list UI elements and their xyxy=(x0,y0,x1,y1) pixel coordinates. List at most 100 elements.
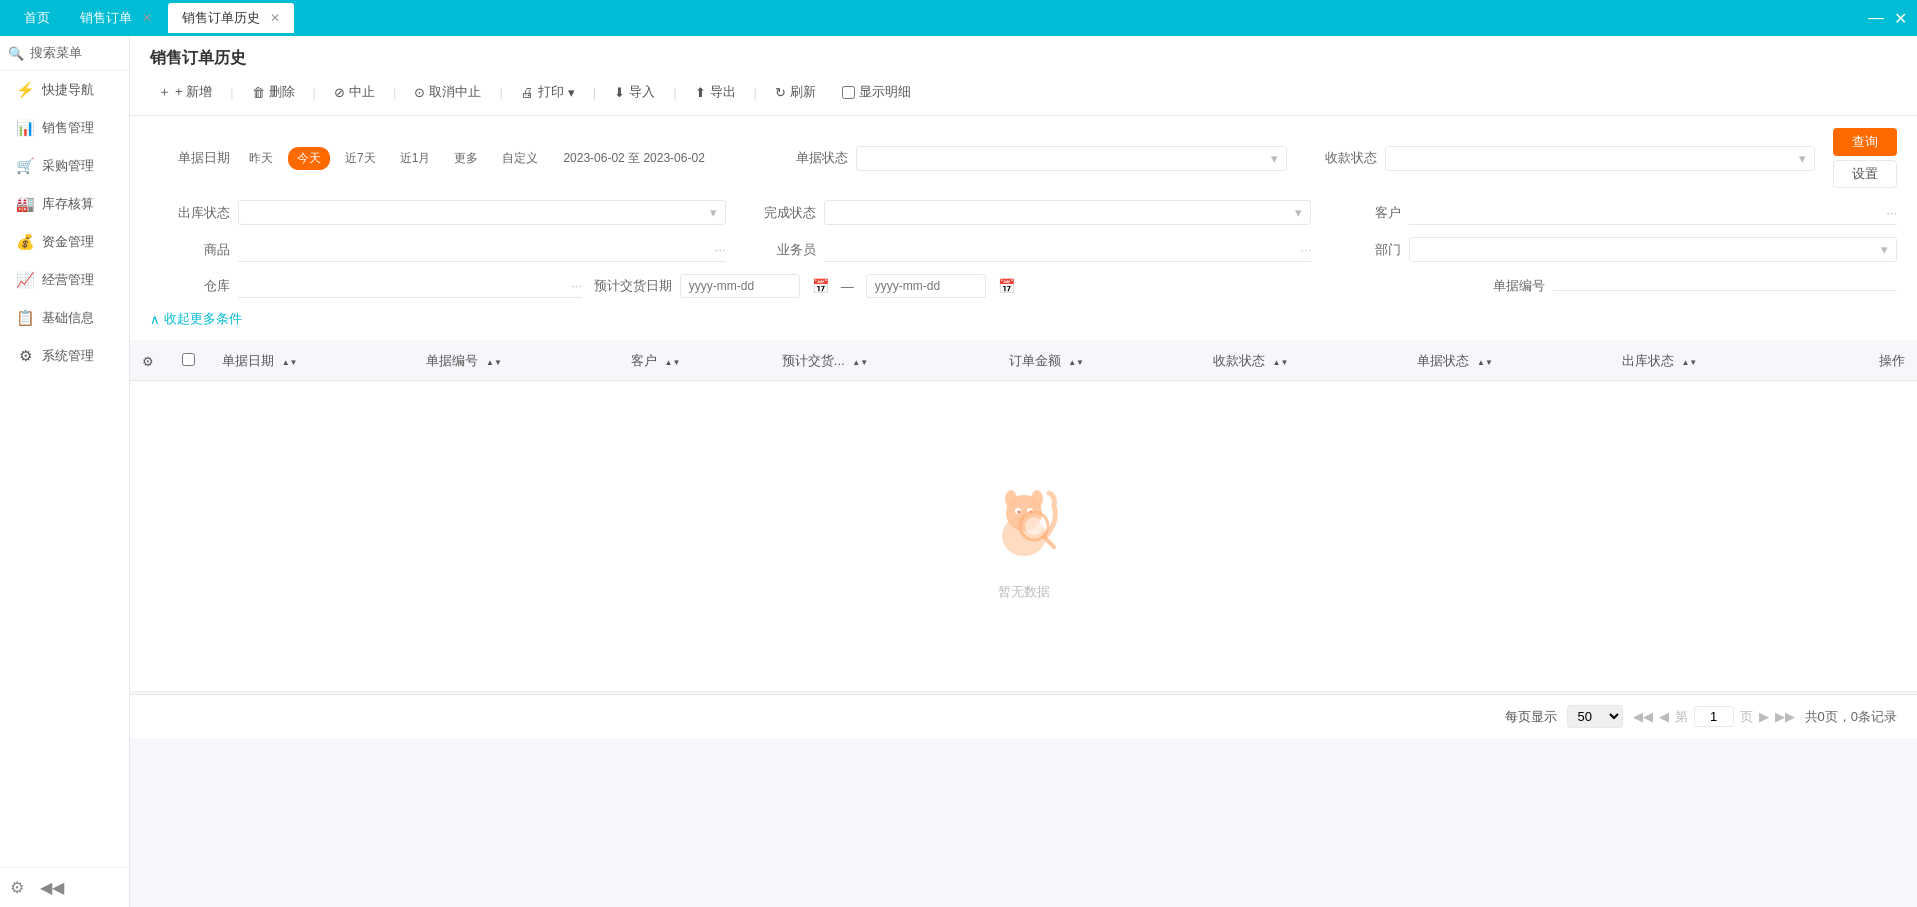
order-status-select[interactable]: ▾ xyxy=(856,146,1286,171)
amount-sort-icon: ▲▼ xyxy=(1068,359,1084,367)
new-icon: ＋ xyxy=(158,83,171,101)
select-all-checkbox[interactable] xyxy=(182,353,195,366)
col-customer[interactable]: 客户 ▲▼ xyxy=(619,342,770,381)
prev-page-icon[interactable]: ◀ xyxy=(1659,709,1669,724)
sidebar-item-capital[interactable]: 💰 资金管理 xyxy=(0,223,129,261)
delivery-sort-icon: ▲▼ xyxy=(852,359,868,367)
close-icon[interactable]: ✕ xyxy=(1894,9,1907,28)
date-1month-btn[interactable]: 近1月 xyxy=(391,147,440,170)
date-yesterday-btn[interactable]: 昨天 xyxy=(240,147,282,170)
salesperson-more-icon[interactable]: ··· xyxy=(1301,242,1312,257)
complete-status-select[interactable]: ▾ xyxy=(824,200,1312,225)
display-cols-checkbox[interactable] xyxy=(842,86,855,99)
payment-status-label: 收款状态 xyxy=(1297,149,1377,167)
settings-button[interactable]: 设置 xyxy=(1833,160,1897,188)
delivery-status-select[interactable]: ▾ xyxy=(238,200,726,225)
col-order-status[interactable]: 单据状态 ▲▼ xyxy=(1405,342,1609,381)
print-icon: 🖨 xyxy=(521,85,534,100)
customer-sort-icon: ▲▼ xyxy=(664,359,680,367)
filter-row-1: 单据日期 昨天 今天 近7天 近1月 更多 自定义 2023-06-02 至 2… xyxy=(150,128,1897,188)
last-page-icon[interactable]: ▶▶ xyxy=(1775,709,1795,724)
import-button[interactable]: ⬇ 导入 xyxy=(606,79,663,105)
svg-point-6 xyxy=(1017,511,1020,514)
delete-icon: 🗑 xyxy=(252,85,265,100)
sidebar-collapse-icon[interactable]: ◀◀ xyxy=(40,878,64,897)
sidebar-item-sys-mgmt[interactable]: ⚙ 系统管理 xyxy=(0,337,129,375)
tab-sales-order-history-close[interactable]: ✕ xyxy=(270,11,280,25)
col-checkbox[interactable] xyxy=(170,342,210,381)
calendar-end-icon[interactable]: 📅 xyxy=(998,278,1015,294)
calendar-start-icon[interactable]: 📅 xyxy=(812,278,829,294)
capital-icon: 💰 xyxy=(16,233,34,251)
date-more-btn[interactable]: 更多 xyxy=(445,147,487,170)
complete-status-arrow: ▾ xyxy=(1295,205,1302,220)
payment-status-select[interactable]: ▾ xyxy=(1385,146,1815,171)
delivery-status-arrow: ▾ xyxy=(710,205,717,220)
customer-more-icon[interactable]: ··· xyxy=(1886,205,1897,220)
complete-status-label: 完成状态 xyxy=(736,204,816,222)
order-no-label: 单据编号 xyxy=(1465,277,1545,295)
export-icon: ⬆ xyxy=(695,85,706,100)
filter-area: 单据日期 昨天 今天 近7天 近1月 更多 自定义 2023-06-02 至 2… xyxy=(130,116,1917,340)
sidebar-item-inventory[interactable]: 🏭 库存核算 xyxy=(0,185,129,223)
export-button[interactable]: ⬆ 导出 xyxy=(687,79,744,105)
cancel-stop-icon: ⊙ xyxy=(414,85,425,100)
stop-icon: ⊘ xyxy=(334,85,345,100)
sidebar-item-purchase-mgmt[interactable]: 🛒 采购管理 xyxy=(0,147,129,185)
empty-state: 暂无数据 xyxy=(142,391,1905,681)
table-area: ⚙ 单据日期 ▲▼ 单据编号 ▲▼ 客户 ▲▼ xyxy=(130,342,1917,692)
date-custom-btn[interactable]: 自定义 xyxy=(493,147,547,170)
sidebar-bottom: ⚙ ◀◀ xyxy=(0,867,129,907)
first-page-icon[interactable]: ◀◀ xyxy=(1633,709,1653,724)
page-size-select[interactable]: 50 10 20 100 xyxy=(1567,705,1623,728)
product-more-icon[interactable]: ··· xyxy=(715,242,726,257)
print-button[interactable]: 🖨 打印 ▾ xyxy=(513,79,583,105)
expected-delivery-start-input[interactable] xyxy=(680,274,800,298)
col-settings[interactable]: ⚙ xyxy=(130,342,170,381)
main-layout: 🔍 搜索菜单 ⚡ 快捷导航 📊 销售管理 🛒 采购管理 🏭 库存核算 💰 资金管… xyxy=(0,36,1917,907)
empty-cell: 暂无数据 xyxy=(130,381,1917,692)
col-payment-status[interactable]: 收款状态 ▲▼ xyxy=(1201,342,1405,381)
sys-mgmt-icon: ⚙ xyxy=(16,347,34,365)
delete-button[interactable]: 🗑 删除 xyxy=(244,79,303,105)
expected-delivery-end-input[interactable] xyxy=(866,274,986,298)
no-sort-icon: ▲▼ xyxy=(486,359,502,367)
query-button[interactable]: 查询 xyxy=(1833,128,1897,156)
tab-sales-order[interactable]: 销售订单 ✕ xyxy=(66,3,166,33)
cancel-stop-button[interactable]: ⊙ 取消中止 xyxy=(406,79,489,105)
department-label: 部门 xyxy=(1321,241,1401,259)
product-label: 商品 xyxy=(150,241,230,259)
sidebar: 🔍 搜索菜单 ⚡ 快捷导航 📊 销售管理 🛒 采购管理 🏭 库存核算 💰 资金管… xyxy=(0,36,130,907)
col-expected-delivery[interactable]: 预计交货... ▲▼ xyxy=(770,342,997,381)
sidebar-item-sales-mgmt[interactable]: 📊 销售管理 xyxy=(0,109,129,147)
display-cols-toggle[interactable]: 显示明细 xyxy=(842,83,911,101)
date-today-btn[interactable]: 今天 xyxy=(288,147,330,170)
next-page-icon[interactable]: ▶ xyxy=(1759,709,1769,724)
warehouse-more-icon[interactable]: ··· xyxy=(571,278,582,293)
col-amount[interactable]: 订单金额 ▲▼ xyxy=(997,342,1201,381)
salesperson-label: 业务员 xyxy=(736,241,816,259)
tab-home[interactable]: + 新增 首页 xyxy=(10,3,64,33)
order-status-sort-icon: ▲▼ xyxy=(1477,359,1493,367)
minimize-icon[interactable]: — xyxy=(1868,9,1884,27)
department-select[interactable]: ▾ xyxy=(1409,237,1897,262)
top-bar: + 新增 首页 销售订单 ✕ 销售订单历史 ✕ — ✕ xyxy=(0,0,1917,36)
sidebar-item-base-info[interactable]: 📋 基础信息 xyxy=(0,299,129,337)
new-button[interactable]: ＋ + 新增 xyxy=(150,79,220,105)
date-7days-btn[interactable]: 近7天 xyxy=(336,147,385,170)
col-no[interactable]: 单据编号 ▲▼ xyxy=(414,342,618,381)
tab-sales-order-history[interactable]: 销售订单历史 ✕ xyxy=(168,3,294,33)
refresh-button[interactable]: ↻ 刷新 xyxy=(767,79,824,105)
tab-sales-order-close[interactable]: ✕ xyxy=(142,11,152,25)
base-info-icon: 📋 xyxy=(16,309,34,327)
col-date[interactable]: 单据日期 ▲▼ xyxy=(210,342,414,381)
inventory-icon: 🏭 xyxy=(16,195,34,213)
sidebar-item-quick-nav[interactable]: ⚡ 快捷导航 xyxy=(0,71,129,109)
page-number-input[interactable] xyxy=(1694,706,1734,727)
col-delivery-status[interactable]: 出库状态 ▲▼ xyxy=(1610,342,1814,381)
collapse-button[interactable]: ∧ 收起更多条件 xyxy=(150,310,1897,328)
sidebar-search[interactable]: 🔍 搜索菜单 xyxy=(0,36,129,71)
stop-button[interactable]: ⊘ 中止 xyxy=(326,79,383,105)
sidebar-settings-icon[interactable]: ⚙ xyxy=(10,878,24,897)
sidebar-item-operations[interactable]: 📈 经营管理 xyxy=(0,261,129,299)
